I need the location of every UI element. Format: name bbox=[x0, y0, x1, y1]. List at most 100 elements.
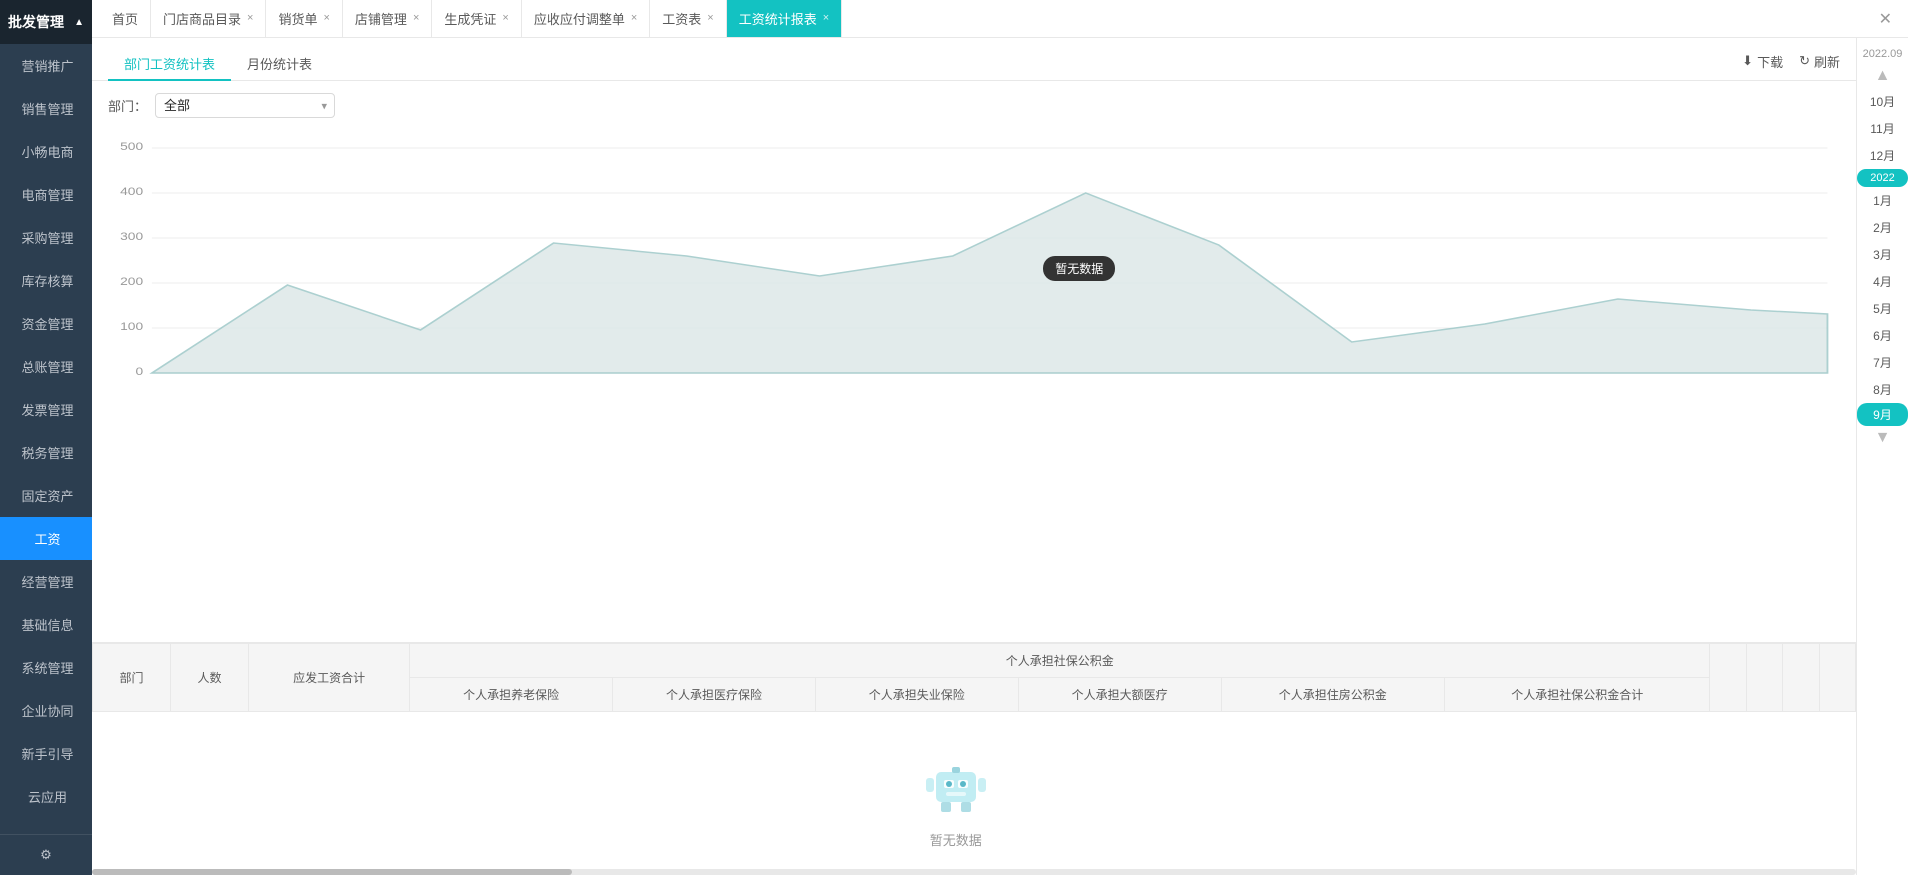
tab-receivable[interactable]: 应收应付调整单 × bbox=[522, 0, 650, 38]
svg-text:100: 100 bbox=[120, 320, 143, 332]
th-total-wage: 应发工资合计 bbox=[249, 644, 410, 712]
sidebar-item-basic[interactable]: 基础信息 bbox=[0, 603, 92, 646]
sidebar-item-finance[interactable]: 资金管理 bbox=[0, 302, 92, 345]
sidebar-item-label: 税务管理 bbox=[21, 446, 73, 461]
tab-home[interactable]: 首页 bbox=[100, 0, 151, 38]
sidebar: 批发管理 ▲ 营销推广 销售管理 小畅电商 电商管理 采购管理 库存核算 资金管… bbox=[0, 0, 92, 875]
tab-close-icon[interactable]: × bbox=[247, 13, 253, 24]
tab-close-icon[interactable]: × bbox=[823, 13, 829, 24]
sidebar-item-payroll[interactable]: 工资 bbox=[0, 517, 92, 560]
sidebar-item-miniapp[interactable]: 小畅电商 bbox=[0, 130, 92, 173]
empty-text: 暂无数据 bbox=[930, 830, 982, 849]
sidebar-item-label: 资金管理 bbox=[21, 317, 73, 332]
sub-tab-monthly-stats[interactable]: 月份统计表 bbox=[231, 48, 328, 81]
sidebar-item-guide[interactable]: 新手引导 bbox=[0, 732, 92, 775]
chart-container: 500 400 300 200 100 0 bbox=[92, 130, 1856, 642]
sidebar-item-ecommerce[interactable]: 电商管理 bbox=[0, 173, 92, 216]
sidebar-item-system[interactable]: 系统管理 bbox=[0, 646, 92, 689]
th-company-unemployment bbox=[1783, 644, 1819, 712]
sidebar-item-inventory[interactable]: 库存核算 bbox=[0, 259, 92, 302]
svg-text:200: 200 bbox=[120, 275, 143, 287]
tab-payroll-report[interactable]: 工资统计报表 × bbox=[727, 0, 842, 38]
timeline-month-2[interactable]: 2月 bbox=[1857, 214, 1908, 241]
sidebar-item-tax[interactable]: 税务管理 bbox=[0, 431, 92, 474]
timeline-month-5[interactable]: 5月 bbox=[1857, 295, 1908, 322]
download-button[interactable]: ⬇ 下载 bbox=[1742, 52, 1783, 71]
timeline-month-4[interactable]: 4月 bbox=[1857, 268, 1908, 295]
sidebar-item-marketing[interactable]: 营销推广 bbox=[0, 44, 92, 87]
tab-payroll-table[interactable]: 工资表 × bbox=[650, 0, 726, 38]
sidebar-settings-button[interactable]: ⚙ bbox=[0, 834, 92, 875]
timeline-month-12[interactable]: 12月 bbox=[1857, 142, 1908, 169]
data-table: 部门 人数 应发工资合计 个人承担社保公积金 个人承担养老保险 个人承担医疗保险 bbox=[92, 643, 1856, 869]
dept-filter-label: 部门： bbox=[108, 96, 147, 115]
sidebar-item-label: 企业协同 bbox=[21, 704, 73, 719]
tab-close-icon[interactable]: × bbox=[502, 13, 508, 24]
timeline-month-11[interactable]: 11月 bbox=[1857, 115, 1908, 142]
tab-store-manage[interactable]: 店铺管理 × bbox=[343, 0, 432, 38]
timeline-month-1[interactable]: 1月 bbox=[1857, 187, 1908, 214]
th-personal-medical: 个人承担医疗保险 bbox=[613, 678, 816, 712]
tab-close-icon[interactable]: × bbox=[413, 13, 419, 24]
sidebar-item-label: 库存核算 bbox=[21, 274, 73, 289]
th-personal-total: 个人承担社保公积金合计 bbox=[1445, 678, 1710, 712]
timeline-down-button[interactable]: ▼ bbox=[1872, 426, 1894, 450]
sidebar-item-sales[interactable]: 销售管理 bbox=[0, 87, 92, 130]
tab-label: 工资统计报表 bbox=[739, 9, 817, 28]
sub-tab-dept-stats[interactable]: 部门工资统计表 bbox=[108, 48, 231, 81]
timeline-month-3[interactable]: 3月 bbox=[1857, 241, 1908, 268]
refresh-button[interactable]: ↻ 刷新 bbox=[1799, 52, 1840, 71]
table-header-row-1: 部门 人数 应发工资合计 个人承担社保公积金 bbox=[93, 644, 1856, 678]
sidebar-item-ledger[interactable]: 总账管理 bbox=[0, 345, 92, 388]
page-content: 部门工资统计表 月份统计表 ⬇ 下载 ↻ 刷新 bbox=[92, 38, 1856, 875]
timeline-month-10[interactable]: 10月 bbox=[1857, 88, 1908, 115]
sidebar-item-operations[interactable]: 经营管理 bbox=[0, 560, 92, 603]
svg-text:0: 0 bbox=[135, 365, 143, 377]
sidebar-collapse-icon: ▲ bbox=[74, 17, 84, 28]
timeline-month-9-active[interactable]: 9月 bbox=[1857, 403, 1908, 426]
sidebar-item-label: 小畅电商 bbox=[21, 145, 73, 160]
tab-bar-close-all[interactable]: ✕ bbox=[1871, 9, 1900, 29]
sidebar-item-label: 系统管理 bbox=[21, 661, 73, 676]
timeline-month-8[interactable]: 8月 bbox=[1857, 376, 1908, 403]
timeline-up-button[interactable]: ▲ bbox=[1872, 64, 1894, 88]
timeline-year-2022[interactable]: 2022 bbox=[1857, 169, 1908, 187]
tab-close-icon[interactable]: × bbox=[707, 13, 713, 24]
svg-text:500: 500 bbox=[120, 140, 143, 152]
sidebar-item-label: 发票管理 bbox=[21, 403, 73, 418]
th-personal-unemployment: 个人承担失业保险 bbox=[815, 678, 1018, 712]
close-icon: ✕ bbox=[1879, 9, 1892, 29]
tab-label: 生成凭证 bbox=[444, 9, 496, 28]
timeline-month-7[interactable]: 7月 bbox=[1857, 349, 1908, 376]
sidebar-item-label: 基础信息 bbox=[21, 618, 73, 633]
sidebar-header[interactable]: 批发管理 ▲ bbox=[0, 0, 92, 44]
th-company-other bbox=[1819, 644, 1856, 712]
dept-filter-select[interactable]: 全部 部门A 部门B bbox=[155, 93, 335, 118]
tab-close-icon[interactable]: × bbox=[323, 13, 329, 24]
sub-tab-bar: 部门工资统计表 月份统计表 ⬇ 下载 ↻ 刷新 bbox=[92, 38, 1856, 81]
scroll-thumb[interactable] bbox=[92, 869, 572, 875]
timeline-month-6[interactable]: 6月 bbox=[1857, 322, 1908, 349]
sidebar-item-cloud[interactable]: 云应用 bbox=[0, 775, 92, 818]
tab-close-icon[interactable]: × bbox=[631, 13, 637, 24]
sidebar-item-assets[interactable]: 固定资产 bbox=[0, 474, 92, 517]
tab-product-catalog[interactable]: 门店商品目录 × bbox=[151, 0, 266, 38]
tab-label: 工资表 bbox=[662, 9, 701, 28]
sidebar-item-enterprise[interactable]: 企业协同 bbox=[0, 689, 92, 732]
horizontal-scrollbar[interactable] bbox=[92, 869, 1856, 875]
timeline-panel: 2022.09 ▲ 10月 11月 12月 2022 1月 2月 3月 4月 5… bbox=[1856, 38, 1908, 875]
tab-sales-order[interactable]: 销货单 × bbox=[266, 0, 342, 38]
th-personal-serious-medical: 个人承担大额医疗 bbox=[1018, 678, 1221, 712]
sidebar-item-invoice[interactable]: 发票管理 bbox=[0, 388, 92, 431]
th-personal-social: 个人承担社保公积金 bbox=[410, 644, 1710, 678]
sidebar-item-purchase[interactable]: 采购管理 bbox=[0, 216, 92, 259]
tab-production-voucher[interactable]: 生成凭证 × bbox=[432, 0, 521, 38]
tab-label: 首页 bbox=[112, 9, 138, 28]
refresh-label: 刷新 bbox=[1814, 52, 1840, 71]
sidebar-item-label: 工资 bbox=[34, 532, 60, 547]
sidebar-item-label: 营销推广 bbox=[21, 59, 73, 74]
svg-text:300: 300 bbox=[120, 230, 143, 242]
download-label: 下载 bbox=[1757, 52, 1783, 71]
empty-state-icon bbox=[916, 752, 996, 822]
th-company-pension bbox=[1710, 644, 1746, 712]
